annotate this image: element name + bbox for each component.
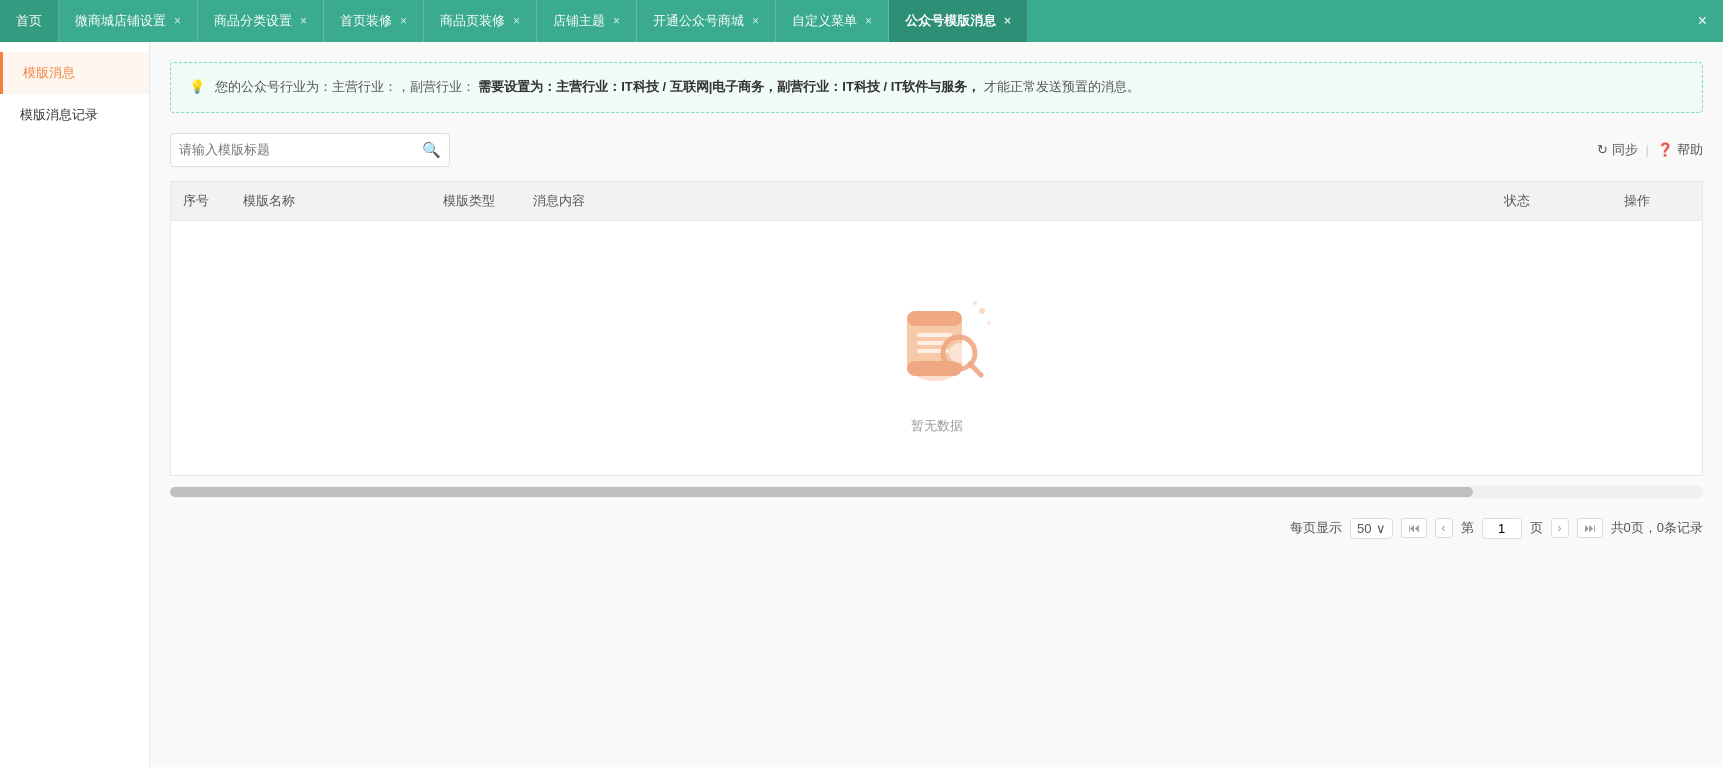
empty-text: 暂无数据 (911, 417, 963, 435)
page-size-value: 50 (1357, 521, 1371, 536)
tab-weshop-label: 微商城店铺设置 (75, 12, 166, 30)
notice-highlight: 需要设置为：主营行业：IT科技 / 互联网|电子商务，副营行业：IT科技 / I… (478, 79, 980, 94)
svg-rect-4 (917, 333, 952, 337)
sync-icon: ↻ (1597, 142, 1608, 157)
help-label: 帮助 (1677, 141, 1703, 159)
page-size-select[interactable]: 50 ∨ (1350, 518, 1392, 539)
sidebar-item-template-msg-record[interactable]: 模版消息记录 (0, 94, 149, 136)
tab-custom-menu-label: 自定义菜单 (792, 12, 857, 30)
page-prev-button[interactable]: ‹ (1435, 518, 1453, 538)
tab-product-decor[interactable]: 商品页装修 × (424, 0, 537, 42)
tab-home[interactable]: 首页 (0, 0, 59, 42)
data-table: 序号 模版名称 模版类型 消息内容 状态 操作 (171, 182, 1702, 475)
tab-open-mall-label: 开通公众号商城 (653, 12, 744, 30)
tab-home-label: 首页 (16, 12, 42, 30)
tab-category-setting[interactable]: 商品分类设置 × (198, 0, 324, 42)
sidebar: 模版消息 模版消息记录 (0, 42, 150, 767)
svg-line-9 (970, 364, 981, 375)
tab-open-mall[interactable]: 开通公众号商城 × (637, 0, 776, 42)
col-header-name: 模版名称 (231, 182, 431, 221)
search-icon[interactable]: 🔍 (422, 141, 441, 159)
toolbar-right: ↻ 同步 | ❓ 帮助 (1597, 141, 1703, 159)
tab-bar-close-all[interactable]: × (1682, 0, 1723, 42)
sidebar-item-template-msg-label: 模版消息 (23, 65, 75, 80)
tab-weshop-setting[interactable]: 微商城店铺设置 × (59, 0, 198, 42)
tab-product-decor-close[interactable]: × (513, 14, 520, 28)
help-icon: ❓ (1657, 142, 1673, 157)
svg-point-11 (987, 321, 991, 325)
svg-rect-5 (917, 341, 945, 345)
page-size-prefix: 每页显示 (1290, 519, 1342, 537)
page-size-arrow: ∨ (1376, 521, 1386, 536)
tab-shop-theme[interactable]: 店铺主题 × (537, 0, 637, 42)
col-header-content: 消息内容 (521, 182, 1492, 221)
tab-weshop-close[interactable]: × (174, 14, 181, 28)
tab-bar: 首页 微商城店铺设置 × 商品分类设置 × 首页装修 × 商品页装修 × 店铺主… (0, 0, 1723, 42)
svg-point-12 (973, 301, 977, 305)
page-label-di: 第 (1461, 519, 1474, 537)
table-header-row: 序号 模版名称 模版类型 消息内容 状态 操作 (171, 182, 1702, 221)
tab-home-decor-close[interactable]: × (400, 14, 407, 28)
tab-product-decor-label: 商品页装修 (440, 12, 505, 30)
page-unit: 页 (1530, 519, 1543, 537)
data-table-wrapper: 序号 模版名称 模版类型 消息内容 状态 操作 (170, 181, 1703, 476)
sidebar-item-template-msg[interactable]: 模版消息 (0, 52, 149, 94)
tab-home-decor-label: 首页装修 (340, 12, 392, 30)
notice-suffix: 才能正常发送预置的消息。 (984, 79, 1140, 94)
tab-home-decor[interactable]: 首页装修 × (324, 0, 424, 42)
page-current-input[interactable] (1482, 518, 1522, 539)
notice-icon: 💡 (189, 79, 205, 94)
sidebar-item-template-msg-record-label: 模版消息记录 (20, 107, 98, 122)
scroll-thumb (170, 487, 1473, 497)
pagination-row: 每页显示 50 ∨ ⏮ ‹ 第 页 › ⏭ 共0页，0条记录 (170, 508, 1703, 549)
search-row: 🔍 ↻ 同步 | ❓ 帮助 (170, 133, 1703, 167)
col-header-type: 模版类型 (431, 182, 521, 221)
tab-template-msg[interactable]: 公众号模版消息 × (889, 0, 1028, 42)
tab-category-close[interactable]: × (300, 14, 307, 28)
content-area: 💡 您的公众号行业为：主营行业：，副营行业： 需要设置为：主营行业：IT科技 /… (150, 42, 1723, 767)
tab-category-label: 商品分类设置 (214, 12, 292, 30)
tab-shop-theme-label: 店铺主题 (553, 12, 605, 30)
help-button[interactable]: ❓ 帮助 (1657, 141, 1703, 159)
sync-button[interactable]: ↻ 同步 (1597, 141, 1638, 159)
tab-template-msg-label: 公众号模版消息 (905, 12, 996, 30)
tab-open-mall-close[interactable]: × (752, 14, 759, 28)
tab-shop-theme-close[interactable]: × (613, 14, 620, 28)
notice-prefix: 您的公众号行业为：主营行业：，副营行业： (215, 79, 475, 94)
main-layout: 模版消息 模版消息记录 💡 您的公众号行业为：主营行业：，副营行业： 需要设置为… (0, 42, 1723, 767)
tab-custom-menu[interactable]: 自定义菜单 × (776, 0, 889, 42)
svg-point-8 (949, 343, 969, 363)
svg-point-10 (979, 308, 985, 314)
tab-template-msg-close[interactable]: × (1004, 14, 1011, 28)
total-info: 共0页，0条记录 (1611, 519, 1703, 537)
search-input-wrap[interactable]: 🔍 (170, 133, 450, 167)
col-header-index: 序号 (171, 182, 231, 221)
notice-banner: 💡 您的公众号行业为：主营行业：，副营行业： 需要设置为：主营行业：IT科技 /… (170, 62, 1703, 113)
empty-state: 暂无数据 (171, 221, 1702, 475)
horizontal-scrollbar[interactable] (170, 486, 1703, 498)
tab-custom-menu-close[interactable]: × (865, 14, 872, 28)
page-last-button[interactable]: ⏭ (1577, 518, 1603, 538)
empty-state-icon (877, 281, 997, 401)
search-input[interactable] (179, 142, 422, 157)
col-header-status: 状态 (1492, 182, 1612, 221)
sync-label: 同步 (1612, 141, 1638, 159)
col-header-action: 操作 (1612, 182, 1702, 221)
page-next-button[interactable]: › (1551, 518, 1569, 538)
page-first-button[interactable]: ⏮ (1401, 518, 1427, 538)
svg-rect-2 (907, 311, 962, 326)
toolbar-divider: | (1646, 142, 1649, 157)
